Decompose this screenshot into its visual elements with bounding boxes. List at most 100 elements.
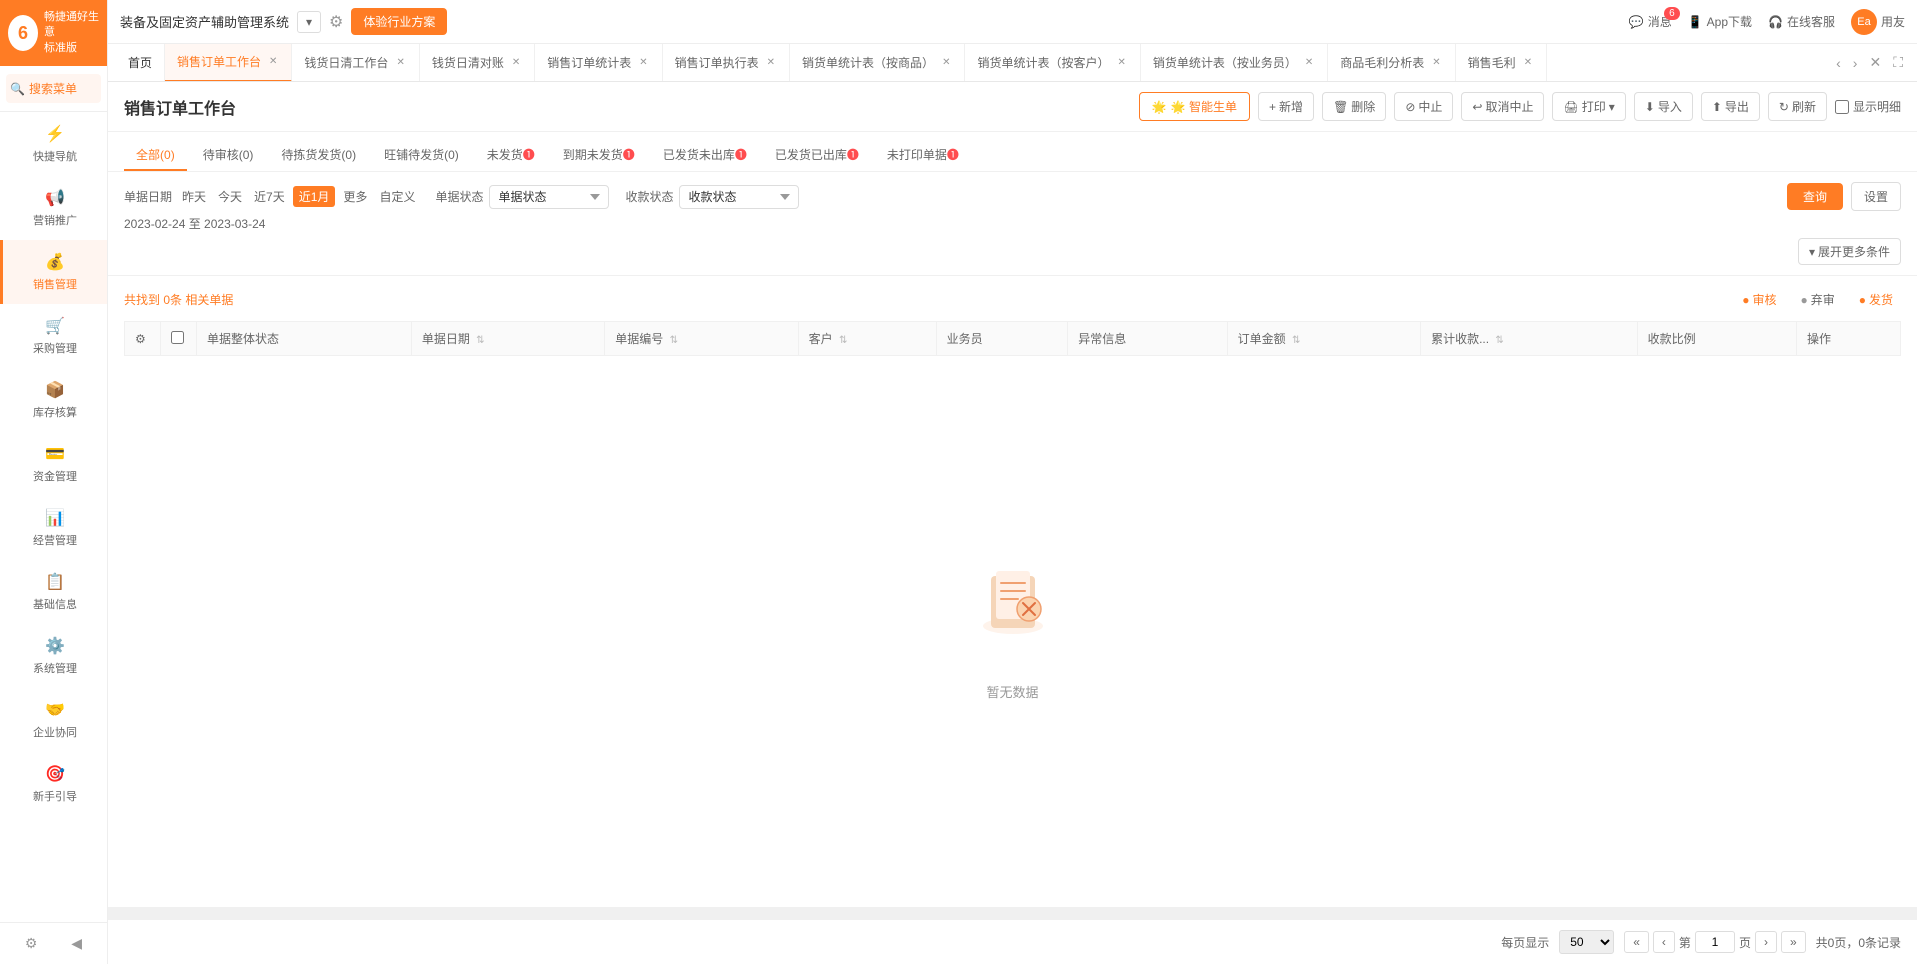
smart-create-button[interactable]: 🌟 🌟 智能生单 [1139, 92, 1250, 121]
settings-icon: ⚙ [135, 332, 146, 346]
col-settings[interactable]: ⚙ [125, 322, 161, 356]
sub-tab-wangpu-ship[interactable]: 旺铺待发货(0) [372, 140, 471, 171]
tab-sales-stat-goods[interactable]: 销货单统计表（按商品） ✕ [790, 44, 965, 82]
tab-sales-profit-close[interactable]: ✕ [1522, 56, 1534, 69]
stop-button[interactable]: ⊘ 中止 [1394, 92, 1453, 121]
import-button[interactable]: ⬇ 导入 [1634, 92, 1693, 121]
app-download-action[interactable]: 📱 App下载 [1688, 13, 1752, 30]
sub-tab-not-shipped[interactable]: 未发货❶ [475, 140, 547, 171]
tab-sales-stat-staff-close[interactable]: ✕ [1303, 56, 1315, 69]
sub-tab-shipped-no-out[interactable]: 已发货未出库❶ [651, 140, 759, 171]
sidebar-item-enterprise[interactable]: 🤝 企业协同 [0, 688, 107, 752]
date-last1m[interactable]: 近1月 [293, 186, 336, 207]
user-action[interactable]: Ea 用友 [1851, 9, 1905, 35]
sub-tab-not-printed[interactable]: 未打印单据❶ [875, 140, 971, 171]
status-select[interactable]: 单据状态 [489, 185, 609, 209]
expand-filter-button[interactable]: ▾ 展开更多条件 [1798, 238, 1901, 265]
tab-sales-exec-close[interactable]: ✕ [765, 56, 777, 69]
date-more[interactable]: 更多 [339, 186, 371, 207]
customer-sort-icon[interactable]: ⇅ [839, 335, 847, 346]
col-received[interactable]: 累计收款... ⇅ [1421, 322, 1638, 356]
sub-tab-overdue-ship[interactable]: 到期未发货❶ [551, 140, 647, 171]
tab-margin-analysis-close[interactable]: ✕ [1430, 56, 1442, 69]
payment-select[interactable]: 收款状态 [679, 185, 799, 209]
col-amount[interactable]: 订单金额 ⇅ [1227, 322, 1420, 356]
sidebar-item-sales[interactable]: 💰 销售管理 [0, 240, 107, 304]
next-page-button[interactable]: › [1755, 931, 1777, 953]
show-detail-checkbox[interactable] [1835, 100, 1849, 114]
tab-cash-daily-close[interactable]: ✕ [394, 56, 406, 69]
tab-margin-analysis[interactable]: 商品毛利分析表 ✕ [1328, 44, 1455, 82]
tab-sales-stat-customer-close[interactable]: ✕ [1115, 56, 1127, 69]
prev-page-button[interactable]: ‹ [1653, 931, 1675, 953]
sidebar-item-guide[interactable]: 🎯 新手引导 [0, 752, 107, 816]
delete-button[interactable]: 🗑 删除 [1322, 92, 1386, 121]
tab-cash-daily[interactable]: 钱货日清工作台 ✕ [292, 44, 419, 82]
sidebar-item-quick-nav[interactable]: ⚡ 快捷导航 [0, 112, 107, 176]
date-last7[interactable]: 近7天 [250, 186, 289, 207]
message-action[interactable]: 💬 消息 6 [1629, 13, 1672, 30]
sidebar-item-purchase[interactable]: 🛒 采购管理 [0, 304, 107, 368]
tab-sales-exec[interactable]: 销售订单执行表 ✕ [663, 44, 790, 82]
online-service-action[interactable]: 🎧 在线客服 [1768, 13, 1835, 30]
page-number-input[interactable] [1695, 931, 1735, 953]
tab-sales-stat[interactable]: 销售订单统计表 ✕ [535, 44, 662, 82]
tab-sales-stat-customer[interactable]: 销货单统计表（按客户） ✕ [965, 44, 1140, 82]
date-yesterday[interactable]: 昨天 [178, 186, 210, 207]
tab-sales-stat-goods-close[interactable]: ✕ [940, 56, 952, 69]
date-custom[interactable]: 自定义 [375, 186, 419, 207]
system-dropdown-button[interactable]: ▾ [297, 11, 321, 33]
tab-cash-check[interactable]: 钱货日清对账 ✕ [420, 44, 535, 82]
col-number[interactable]: 单据编号 ⇅ [605, 322, 798, 356]
amount-sort-icon[interactable]: ⇅ [1292, 335, 1300, 346]
col-customer[interactable]: 客户 ⇅ [798, 322, 936, 356]
sidebar-item-marketing[interactable]: 📢 营销推广 [0, 176, 107, 240]
tab-prev-button[interactable]: ‹ [1830, 51, 1847, 75]
horizontal-scrollbar[interactable] [108, 907, 1917, 919]
tab-home[interactable]: 首页 [116, 44, 165, 82]
col-check[interactable] [161, 322, 197, 356]
sidebar-settings-button[interactable]: ⚙ [21, 931, 42, 956]
col-date[interactable]: 单据日期 ⇅ [411, 322, 604, 356]
sub-tab-all[interactable]: 全部(0) [124, 140, 187, 171]
refresh-button[interactable]: ↻ 刷新 [1768, 92, 1827, 121]
last-page-button[interactable]: » [1781, 931, 1806, 953]
select-all-checkbox[interactable] [171, 331, 184, 344]
first-page-button[interactable]: « [1624, 931, 1649, 953]
date-today[interactable]: 今天 [214, 186, 246, 207]
tab-sales-workbench[interactable]: 销售订单工作台 ✕ [165, 44, 292, 82]
tab-close-all-button[interactable]: ✕ [1863, 50, 1887, 75]
search-button[interactable]: 查询 [1787, 183, 1843, 210]
unreviewed-action-button[interactable]: ● 弃审 [1792, 288, 1842, 311]
sub-tab-pending-inspect[interactable]: 待拣货发货(0) [269, 140, 368, 171]
export-button[interactable]: ⬆ 导出 [1701, 92, 1760, 121]
tab-cash-check-close[interactable]: ✕ [510, 56, 522, 69]
sidebar-item-system[interactable]: ⚙️ 系统管理 [0, 624, 107, 688]
page-size-select[interactable]: 10 20 50 100 [1559, 930, 1614, 954]
filter-settings-button[interactable]: 设置 [1851, 182, 1901, 211]
print-button[interactable]: 🖨 打印 ▾ [1552, 92, 1625, 121]
tab-sales-workbench-close[interactable]: ✕ [267, 55, 279, 68]
number-sort-icon[interactable]: ⇅ [670, 335, 678, 346]
system-settings-button[interactable]: ⚙ [329, 12, 343, 32]
experience-button[interactable]: 体验行业方案 [351, 8, 447, 35]
cancel-stop-button[interactable]: ↩ 取消中止 [1461, 92, 1544, 121]
tab-sales-profit[interactable]: 销售毛利 ✕ [1456, 44, 1547, 82]
sidebar-item-base-info[interactable]: 📋 基础信息 [0, 560, 107, 624]
sub-tab-shipped-out[interactable]: 已发货已出库❶ [763, 140, 871, 171]
tab-sales-stat-close[interactable]: ✕ [637, 56, 649, 69]
search-menu-button[interactable]: 🔍 搜索菜单 [6, 74, 101, 103]
sub-tab-pending-review[interactable]: 待审核(0) [191, 140, 266, 171]
sidebar-item-inventory[interactable]: 📦 库存核算 [0, 368, 107, 432]
review-action-button[interactable]: ● 审核 [1734, 288, 1784, 311]
add-button[interactable]: + 新增 [1258, 92, 1314, 121]
sidebar-item-finance[interactable]: 💳 资金管理 [0, 432, 107, 496]
tab-fullscreen-button[interactable]: ⛶ [1887, 50, 1909, 75]
date-sort-icon[interactable]: ⇅ [476, 335, 484, 346]
tab-next-button[interactable]: › [1847, 51, 1864, 75]
tab-sales-stat-staff[interactable]: 销货单统计表（按业务员） ✕ [1141, 44, 1328, 82]
ship-action-button[interactable]: ● 发货 [1851, 288, 1901, 311]
received-sort-icon[interactable]: ⇅ [1495, 335, 1503, 346]
sidebar-collapse-button[interactable]: ◀ [67, 931, 86, 956]
sidebar-item-operations[interactable]: 📊 经营管理 [0, 496, 107, 560]
